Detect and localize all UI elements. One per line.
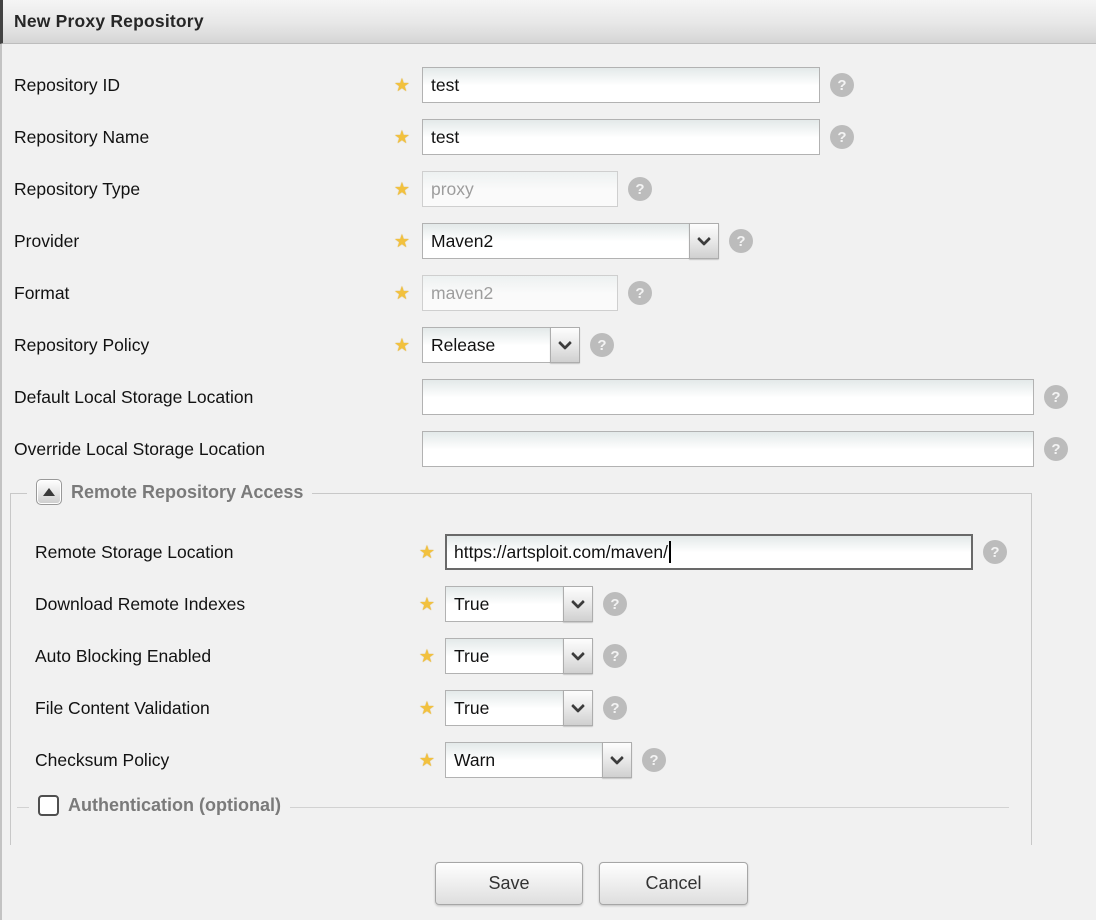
auto-blocking-enabled-value: True — [454, 645, 490, 666]
format-label: Format — [14, 282, 70, 303]
remote-repository-access-legend: Remote Repository Access — [27, 479, 313, 505]
help-icon[interactable]: ? — [830, 73, 854, 97]
panel-title: New Proxy Repository — [14, 11, 204, 31]
authentication-legend: Authentication (optional) — [29, 795, 290, 816]
repository-type-label: Repository Type — [14, 178, 141, 199]
field-auto-blocking-enabled: Auto Blocking Enabled ★ True ? — [35, 638, 1031, 674]
combo-trigger-button[interactable] — [689, 223, 719, 259]
field-file-content-validation: File Content Validation ★ True ? — [35, 690, 1031, 726]
chevron-down-icon — [557, 335, 573, 350]
default-local-storage-label: Default Local Storage Location — [14, 386, 254, 407]
text-caret — [668, 541, 671, 563]
download-remote-indexes-select[interactable]: True — [445, 586, 593, 622]
field-remote-storage-location: Remote Storage Location ★ https://artspl… — [35, 534, 1031, 570]
repository-type-input — [422, 171, 618, 207]
provider-label: Provider — [14, 230, 80, 251]
repository-id-label: Repository ID — [14, 74, 121, 95]
field-provider: Provider ★ Maven2 ? — [14, 223, 1096, 259]
authentication-fieldset: Authentication (optional) — [17, 794, 1009, 846]
remote-storage-location-label: Remote Storage Location — [35, 541, 234, 562]
provider-select-value: Maven2 — [431, 230, 494, 251]
remote-storage-location-value: https://artsploit.com/maven/ — [454, 541, 668, 562]
combo-trigger-button[interactable] — [563, 690, 593, 726]
cancel-button[interactable]: Cancel — [599, 862, 748, 905]
repository-id-input[interactable] — [422, 67, 820, 103]
repository-name-input[interactable] — [422, 119, 820, 155]
field-format: Format ★ ? — [14, 275, 1096, 311]
required-star-icon: ★ — [418, 698, 436, 718]
help-icon[interactable]: ? — [830, 125, 854, 149]
combo-trigger-button[interactable] — [563, 586, 593, 622]
help-icon[interactable]: ? — [642, 748, 666, 772]
chevron-down-icon — [570, 646, 586, 661]
chevron-down-icon — [696, 231, 712, 246]
checksum-policy-label: Checksum Policy — [35, 749, 170, 770]
repository-policy-label: Repository Policy — [14, 334, 150, 355]
help-icon[interactable]: ? — [729, 229, 753, 253]
chevron-down-icon — [570, 698, 586, 713]
remote-repository-access-title: Remote Repository Access — [71, 481, 304, 502]
required-star-icon: ★ — [418, 750, 436, 770]
repository-policy-select-value: Release — [431, 334, 496, 355]
file-content-validation-select[interactable]: True — [445, 690, 593, 726]
download-remote-indexes-label: Download Remote Indexes — [35, 593, 246, 614]
chevron-down-icon — [609, 750, 625, 765]
help-icon[interactable]: ? — [603, 592, 627, 616]
required-star-icon: ★ — [393, 127, 411, 147]
required-star-icon: ★ — [418, 594, 436, 614]
provider-select[interactable]: Maven2 — [422, 223, 719, 259]
field-repository-type: Repository Type ★ ? — [14, 171, 1096, 207]
panel-left-border — [0, 44, 2, 920]
field-checksum-policy: Checksum Policy ★ Warn ? — [35, 742, 1031, 778]
checksum-policy-select[interactable]: Warn — [445, 742, 632, 778]
required-star-icon: ★ — [418, 646, 436, 666]
help-icon[interactable]: ? — [1044, 385, 1068, 409]
authentication-title: Authentication (optional) — [68, 795, 281, 815]
authentication-checkbox[interactable] — [38, 795, 59, 816]
field-default-local-storage: Default Local Storage Location ? — [14, 379, 1096, 415]
help-icon[interactable]: ? — [628, 177, 652, 201]
help-icon[interactable]: ? — [628, 281, 652, 305]
chevron-down-icon — [570, 594, 586, 609]
auto-blocking-enabled-select[interactable]: True — [445, 638, 593, 674]
footer-button-bar: Save Cancel — [435, 862, 1096, 905]
required-star-icon: ★ — [393, 283, 411, 303]
override-local-storage-input[interactable] — [422, 431, 1034, 467]
field-repository-policy: Repository Policy ★ Release ? — [14, 327, 1096, 363]
save-button[interactable]: Save — [435, 862, 583, 905]
download-remote-indexes-value: True — [454, 593, 490, 614]
triangle-up-icon — [43, 488, 55, 496]
override-local-storage-label: Override Local Storage Location — [14, 438, 265, 459]
remote-storage-location-input[interactable]: https://artsploit.com/maven/ — [445, 534, 973, 570]
required-star-icon: ★ — [393, 335, 411, 355]
collapse-fieldset-button[interactable] — [36, 479, 62, 505]
combo-trigger-button[interactable] — [602, 742, 632, 778]
help-icon[interactable]: ? — [603, 644, 627, 668]
file-content-validation-label: File Content Validation — [35, 697, 210, 718]
field-override-local-storage: Override Local Storage Location ? — [14, 431, 1096, 467]
format-input — [422, 275, 618, 311]
repository-name-label: Repository Name — [14, 126, 150, 147]
combo-trigger-button[interactable] — [550, 327, 580, 363]
panel-header: New Proxy Repository — [0, 0, 1096, 44]
combo-trigger-button[interactable] — [563, 638, 593, 674]
required-star-icon: ★ — [393, 179, 411, 199]
new-proxy-repository-form: Repository ID ★ ? Repository Name ★ ? Re… — [0, 44, 1096, 905]
required-star-icon: ★ — [393, 231, 411, 251]
checksum-policy-value: Warn — [454, 749, 496, 770]
required-star-icon: ★ — [418, 542, 436, 562]
help-icon[interactable]: ? — [590, 333, 614, 357]
auto-blocking-enabled-label: Auto Blocking Enabled — [35, 645, 212, 666]
field-download-remote-indexes: Download Remote Indexes ★ True ? — [35, 586, 1031, 622]
help-icon[interactable]: ? — [1044, 437, 1068, 461]
file-content-validation-value: True — [454, 697, 490, 718]
repository-policy-select[interactable]: Release — [422, 327, 580, 363]
field-repository-name: Repository Name ★ ? — [14, 119, 1096, 155]
required-star-icon: ★ — [393, 75, 411, 95]
remote-repository-access-fieldset: Remote Repository Access Remote Storage … — [10, 479, 1032, 846]
field-repository-id: Repository ID ★ ? — [14, 67, 1096, 103]
default-local-storage-input[interactable] — [422, 379, 1034, 415]
help-icon[interactable]: ? — [603, 696, 627, 720]
help-icon[interactable]: ? — [983, 540, 1007, 564]
